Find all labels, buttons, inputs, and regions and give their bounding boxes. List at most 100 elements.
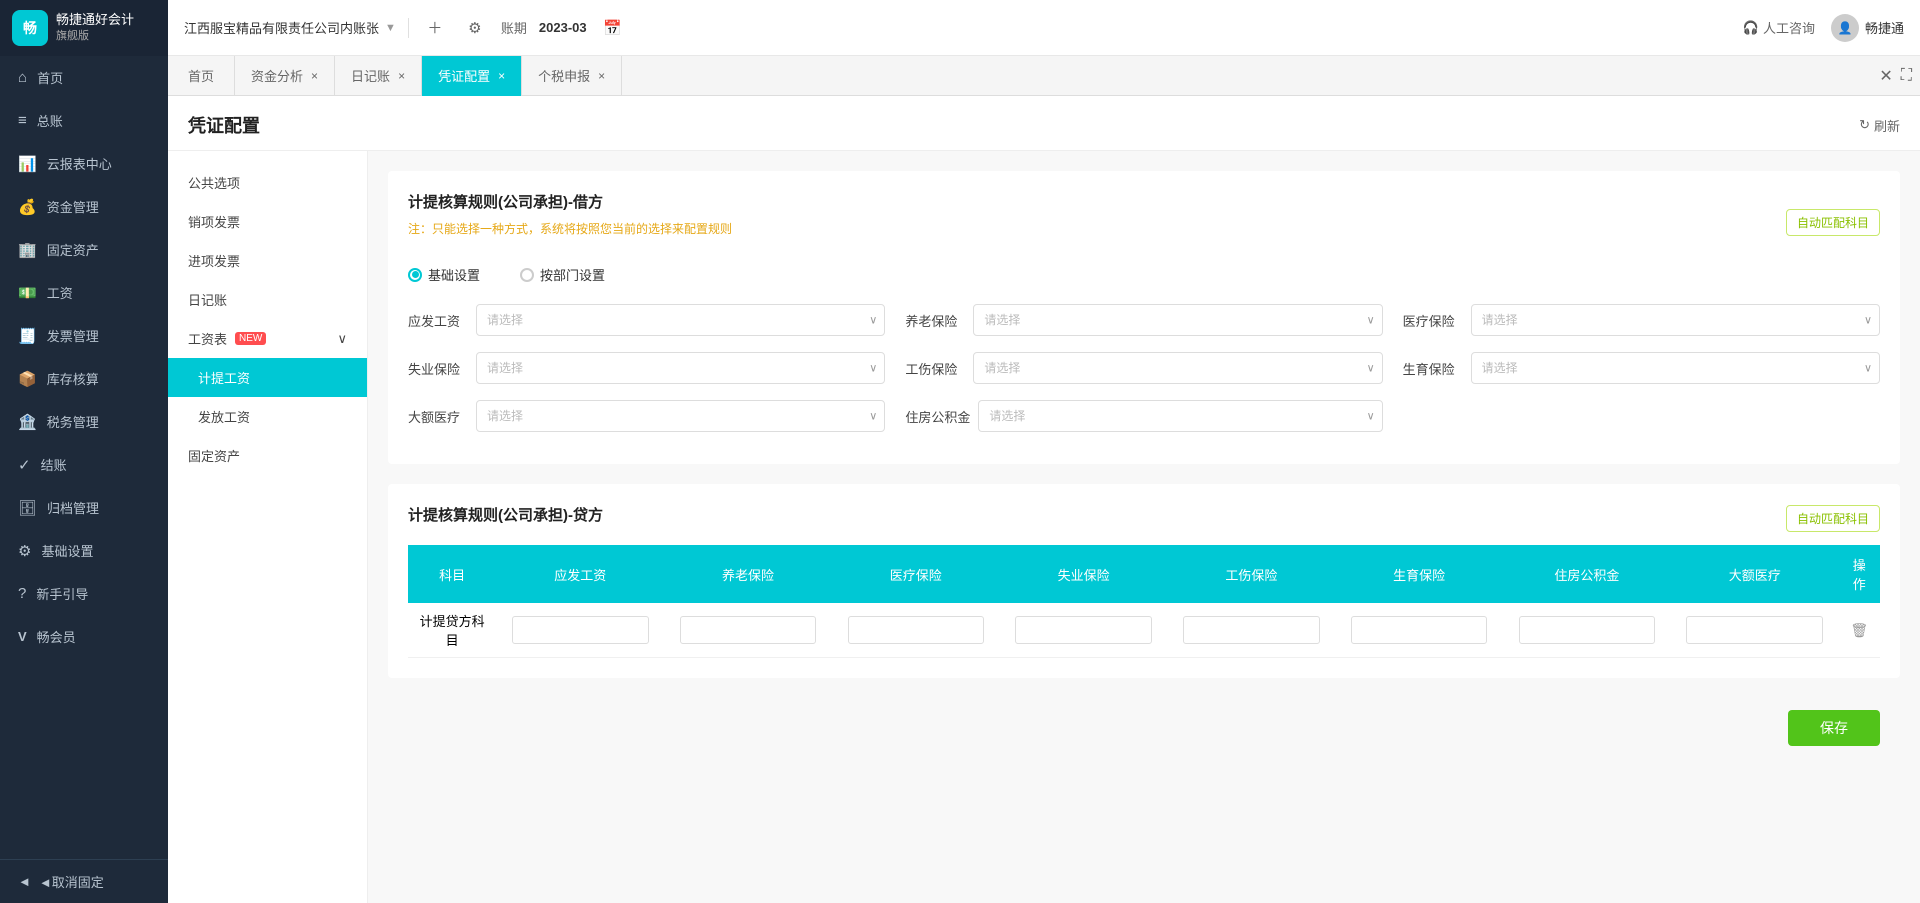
- close-all-tabs-icon[interactable]: ✕: [1879, 66, 1892, 86]
- sidebar-item-guide[interactable]: ? 新手引导: [0, 572, 168, 615]
- left-nav-journal[interactable]: 日记账: [168, 280, 367, 319]
- expand-icon: ∨: [337, 331, 347, 347]
- sidebar-item-reports[interactable]: 📊 云报表中心: [0, 142, 168, 185]
- row-gross-salary-cell: [496, 603, 664, 658]
- left-nav-fixed-assets[interactable]: 固定资产: [168, 436, 367, 475]
- tab-close-journal[interactable]: ×: [398, 70, 405, 82]
- medical-select[interactable]: 请选择: [1471, 304, 1880, 336]
- debit-section-header: 计提核算规则(公司承担)-借方 注：只能选择一种方式，系统将按照您当前的选择来配…: [408, 191, 1880, 253]
- tab-tax[interactable]: 个税申报 ×: [522, 56, 622, 96]
- debit-section: 计提核算规则(公司承担)-借方 注：只能选择一种方式，系统将按照您当前的选择来配…: [388, 171, 1900, 464]
- company-name: 江西服宝精品有限责任公司内账张: [184, 18, 379, 37]
- user-info[interactable]: 👤 畅捷通: [1831, 14, 1904, 42]
- col-housing: 住房公积金: [1503, 545, 1671, 603]
- archive-icon: 🗄: [18, 499, 37, 517]
- row-pension-cell: [664, 603, 832, 658]
- row-big-medical-input[interactable]: [1686, 616, 1823, 644]
- row-unemploy-cell: [1000, 603, 1168, 658]
- sidebar-item-salary[interactable]: 💵 工资: [0, 271, 168, 314]
- sidebar-item-inventory[interactable]: 📦 库存核算: [0, 357, 168, 400]
- debit-auto-match-button[interactable]: 自动匹配科目: [1786, 209, 1880, 236]
- save-button[interactable]: 保存: [1788, 710, 1880, 746]
- left-nav-public[interactable]: 公共选项: [168, 163, 367, 202]
- row-housing-input[interactable]: [1519, 616, 1656, 644]
- tab-fund[interactable]: 资金分析 ×: [235, 56, 335, 96]
- salary-icon: 💵: [18, 284, 37, 302]
- delete-row-icon[interactable]: 🗑: [1850, 622, 1868, 638]
- tab-close-fund[interactable]: ×: [311, 70, 318, 82]
- checkout-icon: ✓: [18, 456, 31, 474]
- injury-select-wrapper: 请选择: [973, 352, 1382, 384]
- pin-icon: ◄: [18, 874, 31, 889]
- tab-journal[interactable]: 日记账 ×: [335, 56, 422, 96]
- row-medical-input[interactable]: [848, 616, 985, 644]
- left-nav-sales[interactable]: 销项发票: [168, 202, 367, 241]
- radio-dept[interactable]: 按部门设置: [520, 265, 605, 284]
- row-maternity-input[interactable]: [1351, 616, 1488, 644]
- housing-select[interactable]: 请选择: [978, 400, 1382, 432]
- support-button[interactable]: 🎧 人工咨询: [1743, 18, 1815, 37]
- tab-close-tax[interactable]: ×: [598, 70, 605, 82]
- big-medical-select[interactable]: 请选择: [476, 400, 885, 432]
- injury-select[interactable]: 请选择: [973, 352, 1382, 384]
- left-nav-salary-table[interactable]: 工资表 NEW ∨: [168, 319, 367, 358]
- credit-auto-match-button[interactable]: 自动匹配科目: [1786, 505, 1880, 532]
- radio-basic[interactable]: 基础设置: [408, 265, 480, 284]
- topbar-right: 🎧 人工咨询 👤 畅捷通: [1743, 14, 1904, 42]
- sidebar-item-home[interactable]: ⌂ 首页: [0, 56, 168, 99]
- tab-home[interactable]: 首页: [168, 56, 235, 96]
- period-value: 2023-03: [539, 20, 587, 35]
- pension-select[interactable]: 请选择: [973, 304, 1382, 336]
- row-big-medical-cell: [1671, 603, 1839, 658]
- tab-voucher[interactable]: 凭证配置 ×: [422, 56, 522, 96]
- cancel-pin-button[interactable]: ◄ ◄取消固定: [0, 859, 168, 903]
- sidebar-item-archive[interactable]: 🗄 归档管理: [0, 486, 168, 529]
- form-item-housing: 住房公积金 请选择: [905, 400, 1382, 432]
- row-medical-cell: [832, 603, 1000, 658]
- sidebar-item-settings[interactable]: ⚙ 基础设置: [0, 529, 168, 572]
- sidebar-item-checkout[interactable]: ✓ 结账: [0, 443, 168, 486]
- sidebar-item-member[interactable]: V 畅会员: [0, 615, 168, 658]
- company-dropdown-icon: ▼: [385, 22, 396, 34]
- col-pension: 养老保险: [664, 545, 832, 603]
- row-injury-input[interactable]: [1183, 616, 1320, 644]
- row-housing-cell: [1503, 603, 1671, 658]
- calendar-icon[interactable]: 📅: [599, 14, 627, 42]
- sidebar-item-invoice[interactable]: 🧾 发票管理: [0, 314, 168, 357]
- row-gross-salary-input[interactable]: [512, 616, 649, 644]
- row-pension-input[interactable]: [680, 616, 817, 644]
- housing-label: 住房公积金: [905, 407, 970, 426]
- company-selector[interactable]: 江西服宝精品有限责任公司内账张 ▼: [184, 18, 396, 37]
- unemploy-select[interactable]: 请选择: [476, 352, 885, 384]
- add-company-button[interactable]: ＋: [421, 14, 449, 42]
- form-item-maternity: 生育保险 请选择: [1403, 352, 1880, 384]
- credit-section: 计提核算规则(公司承担)-贷方 自动匹配科目 科目 应发工资 养老保险 医疗保险…: [388, 484, 1900, 678]
- gross-salary-select[interactable]: 请选择: [476, 304, 885, 336]
- left-nav-pay-salary[interactable]: 发放工资: [168, 397, 367, 436]
- refresh-button[interactable]: ↻ 刷新: [1859, 116, 1900, 135]
- right-content: 计提核算规则(公司承担)-借方 注：只能选择一种方式，系统将按照您当前的选择来配…: [368, 151, 1920, 903]
- housing-select-wrapper: 请选择: [978, 400, 1382, 432]
- tab-close-voucher[interactable]: ×: [498, 70, 505, 82]
- maternity-label: 生育保险: [1403, 359, 1463, 378]
- unemploy-label: 失业保险: [408, 359, 468, 378]
- fund-icon: 💰: [18, 198, 37, 216]
- sidebar-item-ledger[interactable]: ≡ 总账: [0, 99, 168, 142]
- maximize-icon[interactable]: ⛶: [1901, 67, 1912, 85]
- sidebar-item-tax[interactable]: 🏦 税务管理: [0, 400, 168, 443]
- col-maternity: 生育保险: [1335, 545, 1503, 603]
- radio-group: 基础设置 按部门设置: [408, 265, 1880, 284]
- form-item-unemploy: 失业保险 请选择: [408, 352, 885, 384]
- new-badge: NEW: [235, 332, 266, 345]
- sidebar-item-fund[interactable]: 💰 资金管理: [0, 185, 168, 228]
- col-big-medical: 大额医疗: [1671, 545, 1839, 603]
- left-nav-purchase[interactable]: 进项发票: [168, 241, 367, 280]
- assets-icon: 🏢: [18, 241, 37, 259]
- sidebar-item-assets[interactable]: 🏢 固定资产: [0, 228, 168, 271]
- row-unemploy-input[interactable]: [1015, 616, 1152, 644]
- maternity-select[interactable]: 请选择: [1471, 352, 1880, 384]
- settings-icon-button[interactable]: ⚙: [461, 14, 489, 42]
- unemploy-select-wrapper: 请选择: [476, 352, 885, 384]
- left-nav-calc-salary[interactable]: 计提工资: [168, 358, 367, 397]
- col-subject: 科目: [408, 545, 496, 603]
